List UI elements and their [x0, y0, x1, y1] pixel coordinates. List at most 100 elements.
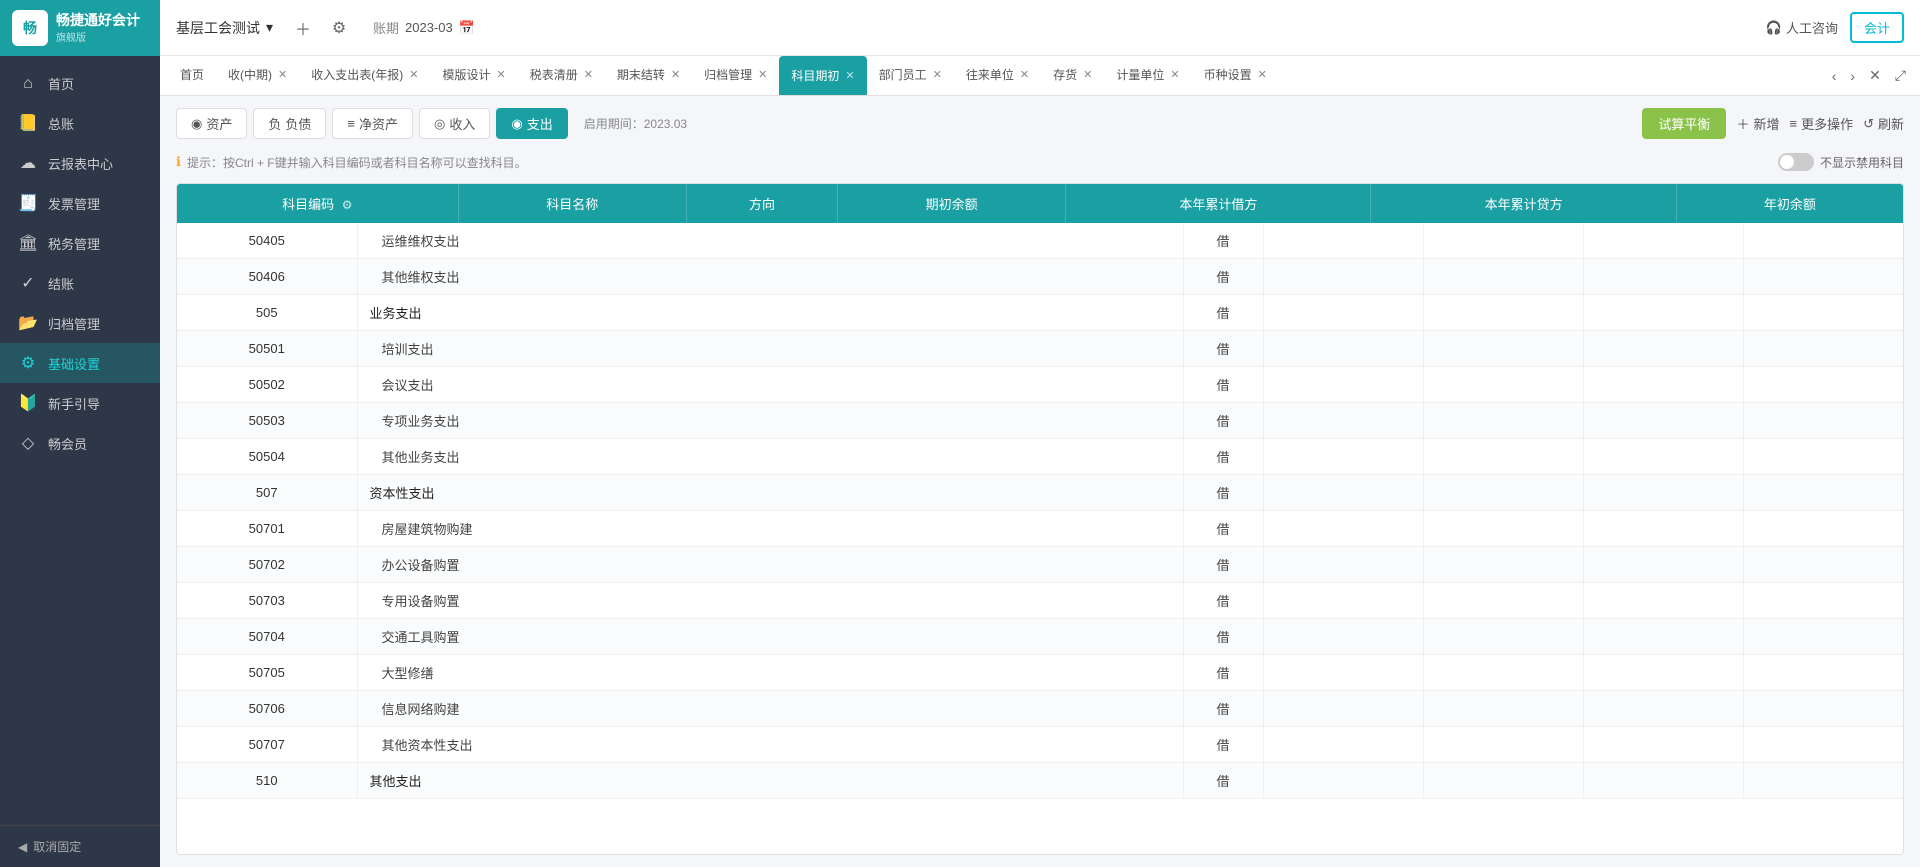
table-row[interactable]: 50702 办公设备购置 借	[177, 547, 1903, 583]
table-row[interactable]: 50504 其他业务支出 借	[177, 439, 1903, 475]
tab-close-unit[interactable]: ✕	[1170, 68, 1179, 81]
sidebar-item-invoice[interactable]: 🧾发票管理	[0, 183, 160, 223]
tab-close-currency[interactable]: ✕	[1258, 68, 1267, 81]
table-row[interactable]: 510 其他支出 借	[177, 763, 1903, 799]
tab-close-all-btn[interactable]: ✕	[1863, 63, 1887, 88]
subtab-asset[interactable]: ◉资产	[176, 108, 247, 139]
main-area: 基层工会测试 ▾ ＋ ⚙ 账期 2023-03 📅 🎧 人工咨询 会计 首页收(…	[160, 0, 1920, 867]
sidebar-item-settings[interactable]: ⚙基础设置	[0, 343, 160, 383]
tab-next-btn[interactable]: ›	[1844, 64, 1861, 88]
subtab-liability[interactable]: 负负债	[253, 108, 326, 139]
sidebar-item-close[interactable]: ✓结账	[0, 263, 160, 303]
more-btn[interactable]: ≡ 更多操作	[1789, 114, 1853, 133]
tab-close-period_close[interactable]: ✕	[671, 68, 680, 81]
add-btn[interactable]: ＋ 新增	[1736, 114, 1779, 133]
cell-year-balance-1	[1743, 259, 1903, 295]
disable-toggle[interactable]	[1778, 153, 1814, 171]
tab-template[interactable]: 模版设计 ✕	[430, 56, 517, 96]
tab-period_close[interactable]: 期末结转✕	[605, 56, 692, 96]
tab-close-inventory[interactable]: ✕	[1083, 68, 1092, 81]
account-btn[interactable]: 会计	[1850, 12, 1904, 43]
table-row[interactable]: 50703 专用设备购置 借	[177, 583, 1903, 619]
tab-archive_mgmt[interactable]: 归档管理✕	[692, 56, 779, 96]
table-row[interactable]: 50701 房屋建筑物购建 借	[177, 511, 1903, 547]
cell-direction-2: 借	[1183, 295, 1263, 331]
subtab-net_asset[interactable]: ≡净资产	[332, 108, 413, 139]
cell-name-15: 其他支出	[357, 763, 1183, 799]
table-row[interactable]: 50704 交通工具购置 借	[177, 619, 1903, 655]
tab-unit[interactable]: 计量单位✕	[1104, 56, 1191, 96]
headset-icon: 🎧	[1766, 20, 1782, 36]
sidebar-item-archive[interactable]: 📂归档管理	[0, 303, 160, 343]
tab-income_annual[interactable]: 收入支出表(年报)✕	[299, 56, 430, 96]
add-project-btn[interactable]: ＋	[289, 14, 317, 42]
balance-btn[interactable]: 试算平衡	[1642, 108, 1726, 139]
tab-close-dept_staff[interactable]: ✕	[933, 68, 942, 81]
tab-currency[interactable]: 币种设置✕	[1192, 56, 1279, 96]
table-scroll[interactable]: 50405 运维维权支出 借 50406 其他维权支出 借 505 业务支出 借…	[177, 223, 1903, 854]
table-row[interactable]: 507 资本性支出 借	[177, 475, 1903, 511]
table-row[interactable]: 50705 大型修缮 借	[177, 655, 1903, 691]
cell-debit-8	[1423, 511, 1583, 547]
tab-expand-btn[interactable]: ⤢	[1889, 63, 1912, 88]
tab-label-home: 首页	[180, 66, 204, 83]
table-row[interactable]: 50706 信息网络购建 借	[177, 691, 1903, 727]
table-row[interactable]: 50502 会议支出 借	[177, 367, 1903, 403]
cell-debit-13	[1423, 691, 1583, 727]
tab-label-tax_clear: 税表清册	[530, 66, 578, 83]
cell-direction-12: 借	[1183, 655, 1263, 691]
table-row[interactable]: 50503 专项业务支出 借	[177, 403, 1903, 439]
logo-icon: 畅	[12, 10, 48, 46]
cell-year-balance-6	[1743, 439, 1903, 475]
sidebar-footer[interactable]: ◀ 取消固定	[0, 825, 160, 867]
tab-home[interactable]: 首页	[168, 56, 216, 96]
cell-balance-7	[1263, 475, 1423, 511]
col-settings-icon[interactable]: ⚙	[342, 198, 353, 212]
cell-code-0: 50405	[177, 223, 357, 259]
table-row[interactable]: 50405 运维维权支出 借	[177, 223, 1903, 259]
cell-code-10: 50703	[177, 583, 357, 619]
tab-label-template: 模版设计	[442, 66, 490, 83]
tab-partner[interactable]: 往来单位✕	[954, 56, 1041, 96]
tab-prev-btn[interactable]: ‹	[1826, 64, 1843, 88]
tab-interim[interactable]: 收(中期)✕	[216, 56, 299, 96]
settings-project-btn[interactable]: ⚙	[325, 14, 353, 42]
sidebar-item-ledger[interactable]: 📒总账	[0, 103, 160, 143]
cell-direction-13: 借	[1183, 691, 1263, 727]
project-selector[interactable]: 基层工会测试 ▾	[176, 18, 273, 38]
tab-inventory[interactable]: 存货✕	[1041, 56, 1104, 96]
sidebar-item-member[interactable]: ◇畅会员	[0, 423, 160, 463]
tab-close-archive_mgmt[interactable]: ✕	[758, 68, 767, 81]
table-header: 科目编码 ⚙ 科目名称 方向 期初余额 本年累计借方 本年累计贷方 年初余额	[177, 184, 1903, 223]
sidebar-item-tax[interactable]: 🏛税务管理	[0, 223, 160, 263]
sidebar-item-guide[interactable]: 🔰新手引导	[0, 383, 160, 423]
cell-code-12: 50705	[177, 655, 357, 691]
table-row[interactable]: 50406 其他维权支出 借	[177, 259, 1903, 295]
cell-balance-0	[1263, 223, 1423, 259]
table-row[interactable]: 505 业务支出 借	[177, 295, 1903, 331]
sidebar-item-home[interactable]: ⌂首页	[0, 64, 160, 103]
tab-subject_init[interactable]: 科目期初✕	[779, 56, 866, 96]
tab-tax_clear[interactable]: 税表清册 ✕	[518, 56, 605, 96]
subtab-expense[interactable]: ◉支出	[496, 108, 567, 139]
subtab-label-income: 收入	[449, 114, 475, 133]
tab-close-tax_clear[interactable]: ✕	[584, 68, 593, 81]
tab-close-income_annual[interactable]: ✕	[409, 68, 418, 81]
tab-close-template[interactable]: ✕	[496, 68, 505, 81]
tab-close-subject_init[interactable]: ✕	[845, 69, 854, 82]
support-btn[interactable]: 🎧 人工咨询	[1766, 18, 1838, 37]
sidebar-item-label-invoice: 发票管理	[48, 194, 100, 213]
table-row[interactable]: 50501 培训支出 借	[177, 331, 1903, 367]
tab-dept_staff[interactable]: 部门员工✕	[867, 56, 954, 96]
hint-text: 提示：按Ctrl + F键并输入科目编码或者科目名称可以查找科目。	[187, 154, 527, 171]
tab-close-partner[interactable]: ✕	[1020, 68, 1029, 81]
sidebar-item-reports[interactable]: ☁云报表中心	[0, 143, 160, 183]
subtabs: ◉资产负负债≡净资产◎收入◉支出启用期间：2023.03 试算平衡 ＋ 新增 ≡…	[176, 108, 1904, 139]
cell-balance-8	[1263, 511, 1423, 547]
refresh-btn[interactable]: ↺ 刷新	[1863, 114, 1904, 133]
cell-code-11: 50704	[177, 619, 357, 655]
table-row[interactable]: 50707 其他资本性支出 借	[177, 727, 1903, 763]
tab-close-interim[interactable]: ✕	[278, 68, 287, 81]
cell-debit-15	[1423, 763, 1583, 799]
subtab-income[interactable]: ◎收入	[419, 108, 490, 139]
